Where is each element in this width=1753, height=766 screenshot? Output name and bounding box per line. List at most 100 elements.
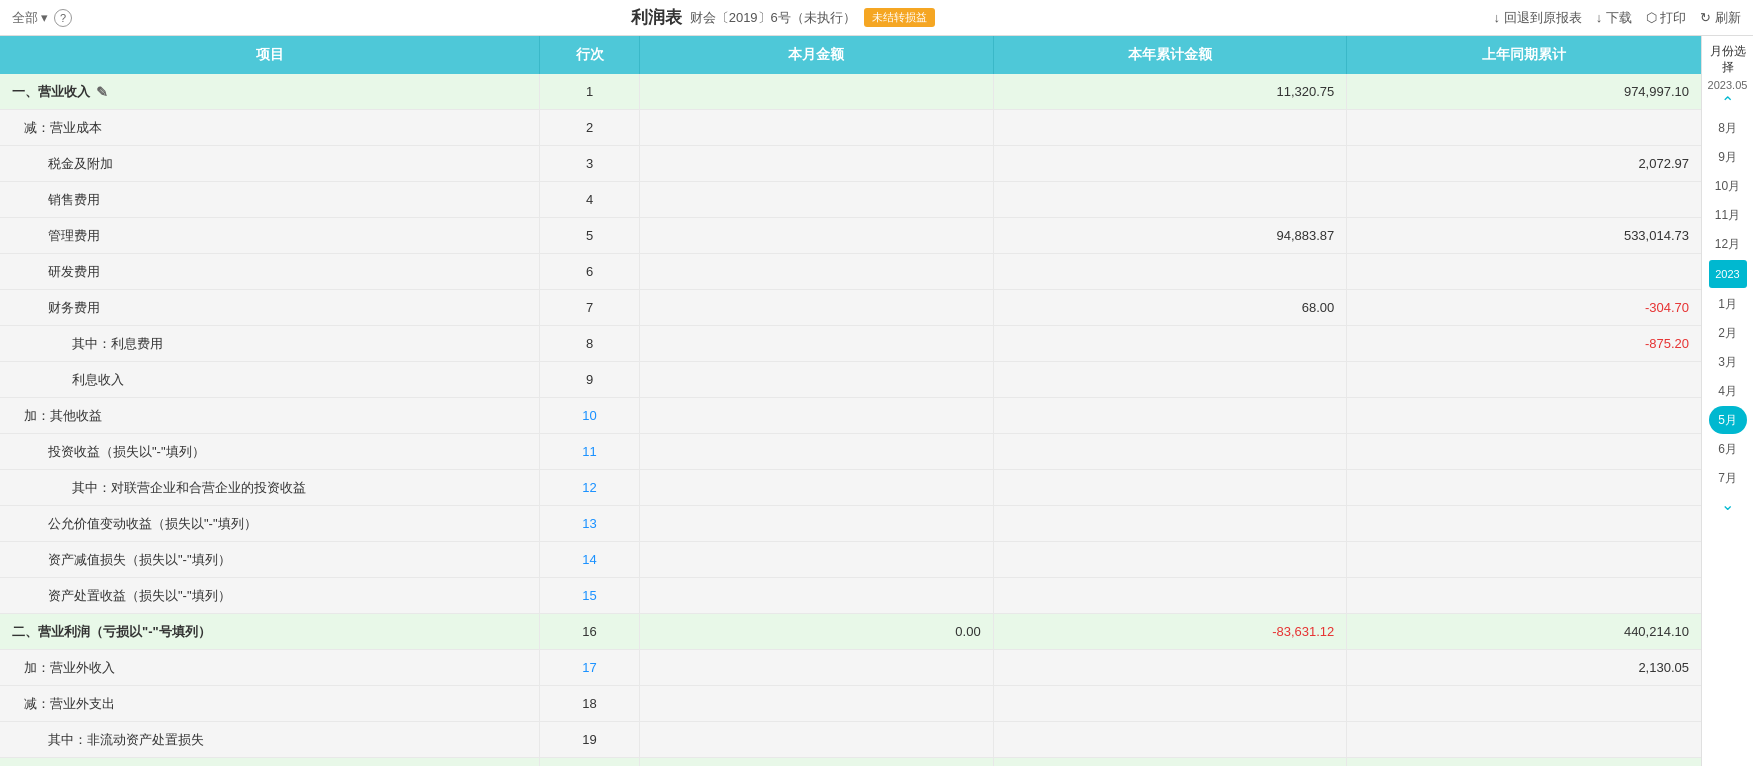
last-year-val: -875.20 [1347,326,1701,361]
month-item[interactable]: 1月 [1709,290,1747,318]
month-item[interactable]: 11月 [1709,201,1747,229]
back-button[interactable]: ↓ 回退到原报表 [1494,9,1582,27]
row-name: 研发费用 [0,254,540,289]
current-year-val [994,578,1348,613]
top-bar-right: ↓ 回退到原报表 ↓ 下载 ⬡ 打印 ↻ 刷新 [1494,9,1742,27]
month-item[interactable]: 10月 [1709,172,1747,200]
month-item[interactable]: 2023 [1709,260,1747,288]
current-month-val [640,218,994,253]
current-month-val [640,506,994,541]
row-name: 公允价值变动收益（损失以"-"填列） [0,506,540,541]
month-item[interactable]: 12月 [1709,230,1747,258]
row-name: 销售费用 [0,182,540,217]
row-num: 13 [540,506,640,541]
current-month-val [640,434,994,469]
current-year-val [994,182,1348,217]
col-header-name: 项目 [0,36,540,74]
current-year-val [994,110,1348,145]
table-row: 财务费用768.00-304.70 [0,290,1701,326]
row-num: 1 [540,74,640,109]
edit-icon[interactable]: ✎ [96,84,108,100]
row-name: 加：营业外收入 [0,650,540,685]
table-body: 一、营业收入✎111,320.75974,997.10减：营业成本2税金及附加3… [0,74,1701,766]
table-row: 资产处置收益（损失以"-"填列）15 [0,578,1701,614]
last-year-val: 2,130.05 [1347,650,1701,685]
current-month-val [640,326,994,361]
current-month-val [640,542,994,577]
row-num: 2 [540,110,640,145]
sidebar-months: 月份选择 2023.05 ⌃ 8月9月10月11月12月20231月2月3月4月… [1701,36,1753,766]
month-item[interactable]: 8月 [1709,114,1747,142]
sidebar-year: 2023.05 [1708,79,1748,91]
content-area: 项目 行次 本月金额 本年累计金额 上年同期累计 一、营业收入✎111,320.… [0,36,1701,766]
month-item[interactable]: 7月 [1709,464,1747,492]
last-year-val [1347,722,1701,757]
print-button[interactable]: ⬡ 打印 [1646,9,1687,27]
current-month-val [640,110,994,145]
top-bar: 全部 ▾ ? 利润表 财会〔2019〕6号（未执行） 未结转损益 ↓ 回退到原报… [0,0,1753,36]
last-year-val: 533,014.73 [1347,218,1701,253]
current-year-val [994,254,1348,289]
row-num: 15 [540,578,640,613]
table-row: 税金及附加32,072.97 [0,146,1701,182]
row-num: 14 [540,542,640,577]
row-name: 加：其他收益 [0,398,540,433]
refresh-button[interactable]: ↻ 刷新 [1700,9,1741,27]
col-header-current-month: 本月金额 [640,36,994,74]
current-month-val [640,182,994,217]
current-month-val [640,290,994,325]
row-name: 其中：非流动资产处置损失 [0,722,540,757]
col-header-current-year: 本年累计金额 [994,36,1348,74]
top-bar-center: 利润表 财会〔2019〕6号（未执行） 未结转损益 [72,6,1494,29]
last-year-val [1347,182,1701,217]
table-row: 一、营业收入✎111,320.75974,997.10 [0,74,1701,110]
row-name: 其中：利息费用 [0,326,540,361]
table-row: 研发费用6 [0,254,1701,290]
current-year-val: 68.00 [994,290,1348,325]
scroll-up-button[interactable]: ⌃ [1709,91,1747,113]
month-item[interactable]: 2月 [1709,319,1747,347]
last-year-val [1347,254,1701,289]
table-row: 投资收益（损失以"-"填列）11 [0,434,1701,470]
scroll-down-button[interactable]: ⌄ [1709,493,1747,515]
row-name: 财务费用 [0,290,540,325]
row-name: 减：营业外支出 [0,686,540,721]
month-item-active[interactable]: 5月 [1709,406,1747,434]
month-item[interactable]: 3月 [1709,348,1747,376]
download-button[interactable]: ↓ 下载 [1596,9,1632,27]
current-year-val [994,686,1348,721]
last-year-val: 974,997.10 [1347,74,1701,109]
table-row: 利息收入9 [0,362,1701,398]
current-year-val [994,470,1348,505]
row-name: 二、营业利润（亏损以"-"号填列） [0,614,540,649]
current-month-val: 0.00 [640,614,994,649]
last-year-val [1347,434,1701,469]
last-year-val: -304.70 [1347,290,1701,325]
row-num: 17 [540,650,640,685]
row-num: 3 [540,146,640,181]
row-name: 其中：对联营企业和合营企业的投资收益 [0,470,540,505]
current-month-val [640,362,994,397]
current-month-val [640,650,994,685]
current-year-val [994,722,1348,757]
last-year-val: 440,214.10 [1347,614,1701,649]
help-icon[interactable]: ? [54,9,72,27]
month-item[interactable]: 4月 [1709,377,1747,405]
all-dropdown[interactable]: 全部 ▾ [12,9,48,27]
table-row: 加：营业外收入17 2,130.05 [0,650,1701,686]
row-name: 三、利润总额（亏损总额以"-"号填列） [0,758,540,766]
table-header: 项目 行次 本月金额 本年累计金额 上年同期累计 [0,36,1701,74]
row-num: 20 [540,758,640,766]
last-year-val [1347,362,1701,397]
current-year-val [994,326,1348,361]
current-month-val [640,722,994,757]
row-name: 资产减值损失（损失以"-"填列） [0,542,540,577]
current-year-val [994,398,1348,433]
current-year-val: -83,631.12 [994,758,1348,766]
month-item[interactable]: 9月 [1709,143,1747,171]
row-num: 6 [540,254,640,289]
row-name: 资产处置收益（损失以"-"填列） [0,578,540,613]
sidebar-title: 月份选择 [1702,40,1753,79]
table-row: 二、营业利润（亏损以"-"号填列）160.00-83,631.12440,214… [0,614,1701,650]
month-item[interactable]: 6月 [1709,435,1747,463]
